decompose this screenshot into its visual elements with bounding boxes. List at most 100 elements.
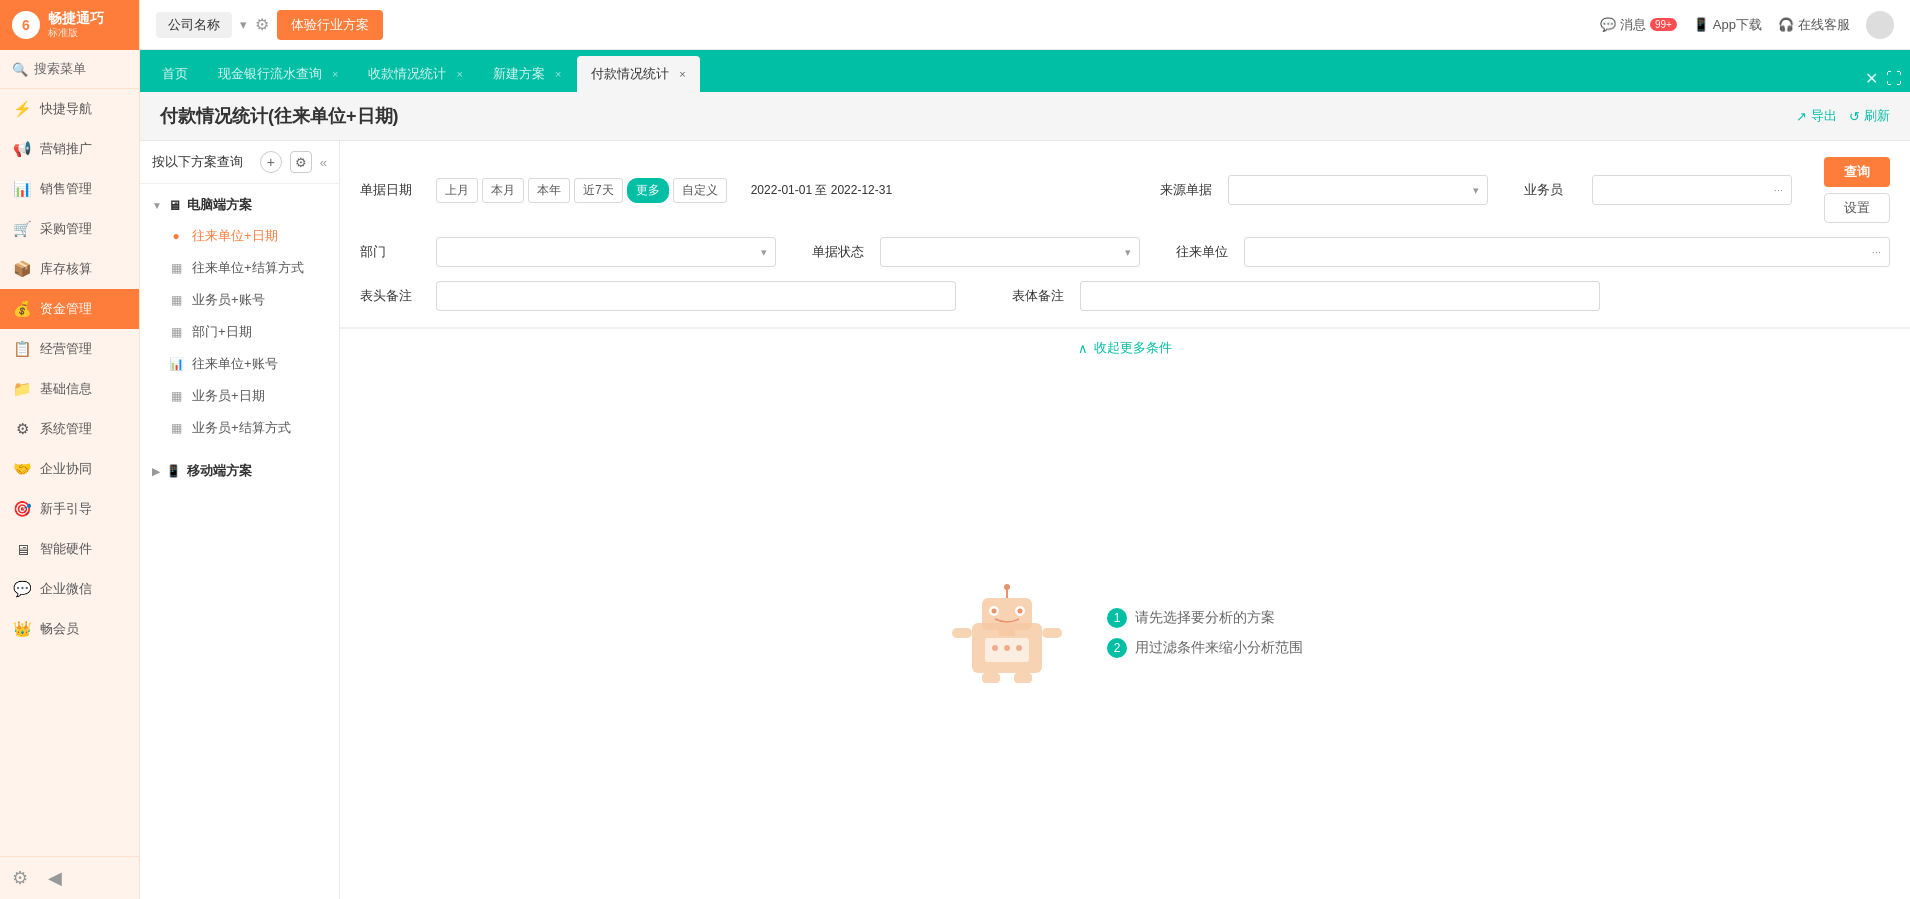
company-name[interactable]: 公司名称 <box>156 12 232 38</box>
staff-label: 业务员 <box>1524 181 1584 199</box>
refresh-button[interactable]: ↺ 刷新 <box>1849 107 1890 125</box>
partner-dots-icon[interactable]: ··· <box>1872 246 1881 258</box>
scheme-group-desktop-title[interactable]: ▼ 🖥 电脑端方案 <box>140 190 339 220</box>
scheme-group-mobile-title[interactable]: ▶ 📱 移动端方案 <box>140 456 339 486</box>
scheme-collapse-button[interactable]: « <box>320 155 327 170</box>
tab-bank-close-icon[interactable]: × <box>332 68 338 80</box>
scheme-item-staff-date-label: 业务员+日期 <box>192 387 265 405</box>
guide-label: 新手引导 <box>40 500 92 518</box>
online-service-action[interactable]: 🎧 在线客服 <box>1778 16 1850 34</box>
doc-status-select[interactable]: ▾ <box>880 237 1140 267</box>
svg-rect-1 <box>982 598 1032 630</box>
message-label: 消息 <box>1620 16 1646 34</box>
header-note-input[interactable] <box>436 281 956 311</box>
scheme-item-grid5-icon: ▦ <box>168 420 184 436</box>
tab-payment[interactable]: 付款情况统计 × <box>577 56 699 92</box>
filter-area: 单据日期 上月 本月 本年 近7天 更多 自定义 2022-01-01 至 20… <box>340 141 1910 899</box>
sidebar-item-corp[interactable]: 🤝 企业协同 <box>0 449 139 489</box>
operation-icon: 📋 <box>12 339 32 359</box>
doc-status-chevron-icon: ▾ <box>1125 246 1131 259</box>
page-header: 付款情况统计(往来单位+日期) ↗ 导出 ↺ 刷新 <box>140 92 1910 141</box>
sidebar-item-system[interactable]: ⚙ 系统管理 <box>0 409 139 449</box>
scheme-item-partner-account-label: 往来单位+账号 <box>192 355 278 373</box>
trial-button[interactable]: 体验行业方案 <box>277 10 383 40</box>
sidebar-item-basic[interactable]: 📁 基础信息 <box>0 369 139 409</box>
tab-fullscreen-icon[interactable]: ⛶ <box>1886 70 1902 88</box>
scheme-item-active-icon: ● <box>168 228 184 244</box>
tip-num-2: 2 <box>1107 638 1127 658</box>
scheme-item-staff-date[interactable]: ▦ 业务员+日期 <box>140 380 339 412</box>
settings-icon[interactable]: ⚙ <box>12 867 28 889</box>
date-btn-more[interactable]: 更多 <box>627 178 669 203</box>
sidebar-item-marketing[interactable]: 📢 营销推广 <box>0 129 139 169</box>
scheme-item-partner-settle[interactable]: ▦ 往来单位+结算方式 <box>140 252 339 284</box>
operation-label: 经营管理 <box>40 340 92 358</box>
svg-rect-11 <box>982 673 1000 683</box>
filter-settings-button[interactable]: 设置 <box>1824 193 1890 223</box>
collapse-bar[interactable]: ∧ 收起更多条件 <box>340 328 1910 367</box>
header-chevron-icon[interactable]: ▾ <box>240 17 247 32</box>
message-action[interactable]: 💬 消息 99+ <box>1600 16 1677 34</box>
tab-new-scheme-close-icon[interactable]: × <box>555 68 561 80</box>
app-download-action[interactable]: 📱 App下载 <box>1693 16 1762 34</box>
refresh-icon: ↺ <box>1849 109 1860 124</box>
date-btn-last-month[interactable]: 上月 <box>436 178 478 203</box>
query-button[interactable]: 查询 <box>1824 157 1890 187</box>
corp-label: 企业协同 <box>40 460 92 478</box>
sidebar-item-inventory[interactable]: 📦 库存核算 <box>0 249 139 289</box>
scheme-item-partner-settle-label: 往来单位+结算方式 <box>192 259 304 277</box>
sidebar-item-guide[interactable]: 🎯 新手引导 <box>0 489 139 529</box>
sidebar-item-sales[interactable]: 📊 销售管理 <box>0 169 139 209</box>
export-button[interactable]: ↗ 导出 <box>1796 107 1837 125</box>
tab-receipt[interactable]: 收款情况统计 × <box>354 56 476 92</box>
scheme-group-desktop: ▼ 🖥 电脑端方案 ● 往来单位+日期 ▦ 往来单位+结算方式 ▦ 业务员+账号 <box>140 184 339 450</box>
empty-state: 1 请先选择要分析的方案 2 用过滤条件来缩小分析范围 <box>340 367 1910 899</box>
date-btn-this-month[interactable]: 本月 <box>482 178 524 203</box>
main-area: 公司名称 ▾ ⚙ 体验行业方案 💬 消息 99+ 📱 App下载 🎧 在线客服 <box>140 0 1910 899</box>
header-settings-icon[interactable]: ⚙ <box>255 15 269 34</box>
tab-home[interactable]: 首页 <box>148 56 202 92</box>
date-btn-custom[interactable]: 自定义 <box>673 178 727 203</box>
scheme-item-staff-account[interactable]: ▦ 业务员+账号 <box>140 284 339 316</box>
avatar[interactable] <box>1866 11 1894 39</box>
sidebar-item-purchase[interactable]: 🛒 采购管理 <box>0 209 139 249</box>
search-menu-item[interactable]: 🔍 搜索菜单 <box>0 50 139 89</box>
body-note-input[interactable] <box>1080 281 1600 311</box>
date-btn-7days[interactable]: 近7天 <box>574 178 623 203</box>
scheme-item-grid3-icon: ▦ <box>168 324 184 340</box>
content-area: 按以下方案查询 + ⚙ « ▼ 🖥 电脑端方案 ● 往来单位+日期 ▦ 往来 <box>140 141 1910 899</box>
tab-new-scheme[interactable]: 新建方案 × <box>479 56 575 92</box>
scheme-item-partner-date[interactable]: ● 往来单位+日期 <box>140 220 339 252</box>
sidebar-item-hardware[interactable]: 🖥 智能硬件 <box>0 529 139 569</box>
empty-tip-1: 1 请先选择要分析的方案 <box>1107 608 1303 628</box>
source-select[interactable]: ▾ <box>1228 175 1488 205</box>
tab-close-all-icon[interactable]: ✕ <box>1865 69 1878 88</box>
doc-status-label: 单据状态 <box>812 243 872 261</box>
tab-payment-close-icon[interactable]: × <box>679 68 685 80</box>
scheme-item-chart-icon: 📊 <box>168 356 184 372</box>
scheme-settings-button[interactable]: ⚙ <box>290 151 312 173</box>
tab-bank[interactable]: 现金银行流水查询 × <box>204 56 352 92</box>
page-title: 付款情况统计(往来单位+日期) <box>160 104 399 128</box>
date-btn-this-year[interactable]: 本年 <box>528 178 570 203</box>
partner-select[interactable]: ··· <box>1244 237 1890 267</box>
scheme-item-partner-account[interactable]: 📊 往来单位+账号 <box>140 348 339 380</box>
sidebar-item-quick-nav[interactable]: ⚡ 快捷导航 <box>0 89 139 129</box>
scheme-panel-header: 按以下方案查询 + ⚙ « <box>140 141 339 184</box>
sidebar-item-member[interactable]: 👑 畅会员 <box>0 609 139 649</box>
sidebar-collapse-icon[interactable]: ◀ <box>48 867 62 889</box>
scheme-item-staff-settle[interactable]: ▦ 业务员+结算方式 <box>140 412 339 444</box>
tab-receipt-close-icon[interactable]: × <box>456 68 462 80</box>
purchase-label: 采购管理 <box>40 220 92 238</box>
scheme-item-dept-date[interactable]: ▦ 部门+日期 <box>140 316 339 348</box>
svg-point-7 <box>1004 584 1010 590</box>
sidebar-item-wechat[interactable]: 💬 企业微信 <box>0 569 139 609</box>
scheme-add-button[interactable]: + <box>260 151 282 173</box>
sidebar-item-operation[interactable]: 📋 经营管理 <box>0 329 139 369</box>
dept-select[interactable]: ▾ <box>436 237 776 267</box>
quick-nav-label: 快捷导航 <box>40 100 92 118</box>
staff-dots-icon[interactable]: ··· <box>1774 184 1783 196</box>
staff-select[interactable]: ··· <box>1592 175 1792 205</box>
sidebar-item-finance[interactable]: 💰 资金管理 <box>0 289 139 329</box>
export-icon: ↗ <box>1796 109 1807 124</box>
